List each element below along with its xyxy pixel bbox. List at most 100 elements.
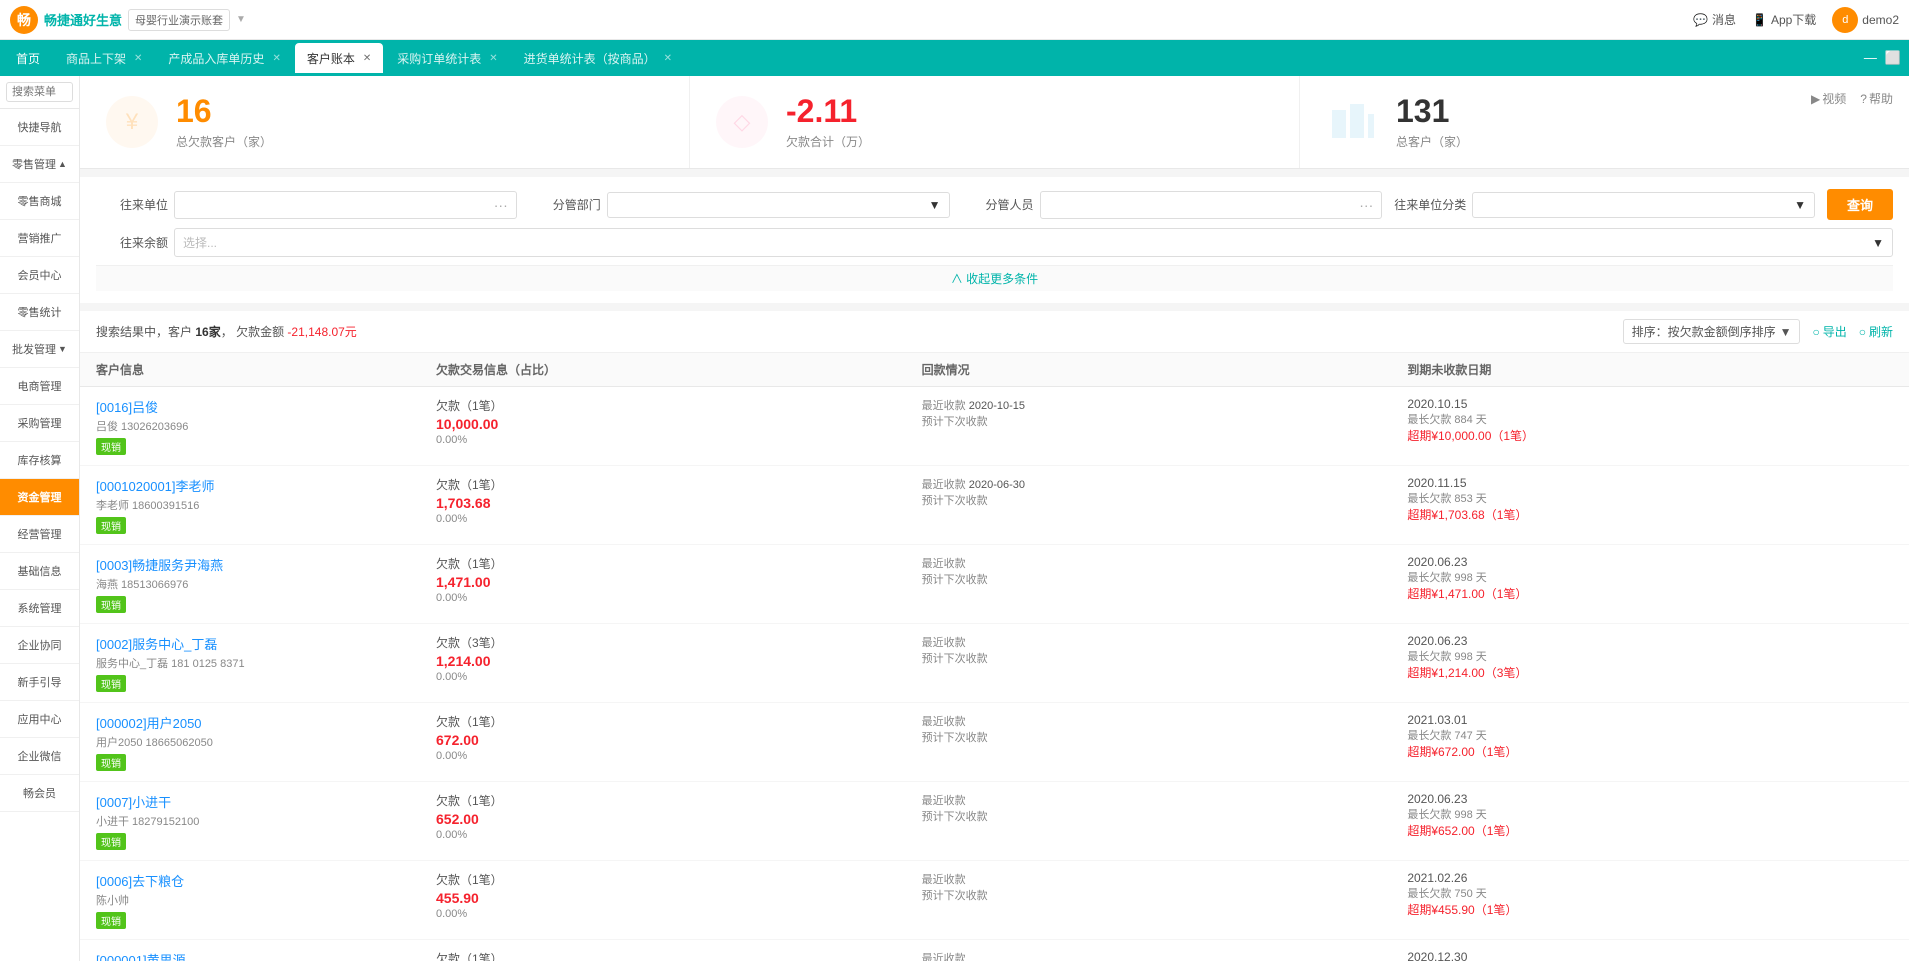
sidebar-item-retail-stats[interactable]: 零售统计 [0,294,79,331]
sidebar-item-new-guide[interactable]: 新手引导 [0,664,79,701]
tab-purchase-order-close[interactable]: ✕ [489,53,497,64]
due-amount-5[interactable]: 超期¥672.00（1笔） [1407,743,1893,760]
sidebar-item-app-center[interactable]: 应用中心 [0,701,79,738]
next-return-3: 预计下次收款 [922,571,1408,587]
tab-home[interactable]: 首页 [4,43,52,73]
customer-name-5[interactable]: [000002]用户2050 [96,713,436,732]
sidebar-item-system-mgmt[interactable]: 系统管理 [0,590,79,627]
tab-stock-stats-close[interactable]: ✕ [664,53,672,64]
sort-label: 排序：按欠款金额倒序排序 [1632,323,1776,340]
minimize-icon[interactable]: — [1864,50,1877,66]
app-download-btn[interactable]: 📱 App下载 [1752,11,1816,28]
sidebar-item-enterprise-wechat[interactable]: 企业微信 [0,738,79,775]
return-detail-7: 最近收款 [922,871,1408,887]
return-detail-1: 最近收款 2020-10-15 [922,397,1408,413]
customer-name-2[interactable]: [0001020001]李老师 [96,476,436,495]
due-amount-4[interactable]: 超期¥1,214.00（3笔） [1407,664,1893,681]
user-profile[interactable]: d demo2 [1832,7,1899,33]
chevron-dept-icon: ▼ [929,198,941,212]
stat-card-3-links: ▶ 视频 ? 帮助 [1811,90,1893,107]
sidebar-item-member-center[interactable]: 会员中心 [0,257,79,294]
sidebar-item-purchase-mgmt[interactable]: 采购管理 [0,405,79,442]
sidebar-item-member[interactable]: 畅会员 [0,775,79,812]
sidebar-item-basic-info[interactable]: 基础信息 [0,553,79,590]
sidebar-item-quick-nav[interactable]: 快捷导航 [0,109,79,146]
tab-production[interactable]: 产成品入库单历史 ✕ [156,43,292,73]
stat-number-1: 16 [176,94,272,129]
chevron-down-icon-2: ▼ [58,344,67,354]
filter-input-person[interactable]: ··· [1040,191,1383,219]
tab-customer-account[interactable]: 客户账本 ✕ [295,43,383,73]
refresh-button[interactable]: ○ 刷新 [1859,323,1893,340]
return-detail-3: 最近收款 [922,555,1408,571]
maximize-icon[interactable]: ⬜ [1885,50,1901,66]
chevron-balance-icon: ▼ [1872,236,1884,250]
customer-name-6[interactable]: [0007]小进干 [96,792,436,811]
customer-name-1[interactable]: [0016]吕俊 [96,397,436,416]
due-info-4: 2020.06.23 最长欠款 998 天 超期¥1,214.00（3笔） [1407,634,1893,681]
sidebar-item-batch-mgmt[interactable]: 批发管理 ▼ [0,331,79,368]
tab-production-close[interactable]: ✕ [272,53,280,64]
tab-products-close[interactable]: ✕ [134,53,142,64]
sidebar-item-capital-mgmt-label: 资金管理 [18,492,62,504]
table-row: [000002]用户2050 用户2050 18665062050 现销 欠款（… [80,703,1909,782]
due-days-6: 最长欠款 998 天 [1407,806,1893,822]
customer-name-4[interactable]: [0002]服务中心_丁磊 [96,634,436,653]
collapse-row[interactable]: ∧ 收起更多条件 [96,265,1893,291]
table-row: [0007]小进干 小进干 18279152100 现销 欠款（1笔） 652.… [80,782,1909,861]
sort-select[interactable]: 排序：按欠款金额倒序排序 ▼ [1623,319,1801,344]
due-amount-1[interactable]: 超期¥10,000.00（1笔） [1407,427,1893,444]
stat-card-1: ¥ 16 总欠款客户（家） [80,76,690,168]
debt-amount-4: 1,214.00 [436,653,922,669]
customer-name-3[interactable]: [0003]畅捷服务尹海燕 [96,555,436,574]
customer-name-8[interactable]: [000001]黄思源 [96,950,436,961]
tab-stock-stats-label: 进货单统计表（按商品） [524,50,656,67]
sidebar-item-member-label: 畅会员 [23,788,56,800]
filter-input-vendor[interactable]: ··· [174,191,517,219]
next-return-4: 预计下次收款 [922,650,1408,666]
due-date-7: 2021.02.26 [1407,871,1893,885]
stat-icon-1: ¥ [104,94,160,150]
export-button[interactable]: ○ 导出 [1812,323,1846,340]
filter-select-dept[interactable]: ▼ [607,192,950,218]
svg-text:¥: ¥ [125,109,139,134]
due-amount-7[interactable]: 超期¥455.90（1笔） [1407,901,1893,918]
filter-vendor-dots-icon: ··· [494,197,508,213]
tab-products[interactable]: 商品上下架 ✕ [54,43,154,73]
customer-sub-6: 小进干 18279152100 [96,813,436,829]
video-link[interactable]: ▶ 视频 [1811,90,1846,107]
debt-info-8: 欠款（1笔） 429.00 0.00% [436,950,922,961]
sidebar-item-inventory-label: 库存核算 [18,455,62,467]
sidebar-item-business-mgmt[interactable]: 经营管理 [0,516,79,553]
sidebar-item-capital-mgmt[interactable]: 资金管理 [0,479,79,516]
sidebar-item-retail-mall[interactable]: 零售商城 [0,183,79,220]
search-button[interactable]: 查询 [1827,189,1893,220]
sidebar-item-ecommerce[interactable]: 电商管理 [0,368,79,405]
tab-stock-stats[interactable]: 进货单统计表（按商品） ✕ [512,43,684,73]
tab-purchase-order-label: 采购订单统计表 [397,50,481,67]
due-info-7: 2021.02.26 最长欠款 750 天 超期¥455.90（1笔） [1407,871,1893,918]
tab-purchase-order[interactable]: 采购订单统计表 ✕ [385,43,509,73]
message-btn[interactable]: 💬 消息 [1693,11,1736,28]
sidebar-search-input[interactable] [6,82,73,102]
debt-amount-6: 652.00 [436,811,922,827]
filter-select-category[interactable]: ▼ [1472,192,1815,218]
filter-select-balance[interactable]: 选择... ▼ [174,228,1893,257]
sidebar-item-marketing[interactable]: 营销推广 [0,220,79,257]
avatar: d [1832,7,1858,33]
customer-sub-7: 陈小帅 [96,892,436,908]
sidebar-item-retail-mgmt[interactable]: 零售管理 ▲ [0,146,79,183]
due-amount-6[interactable]: 超期¥652.00（1笔） [1407,822,1893,839]
sidebar-item-ecommerce-label: 电商管理 [18,381,62,393]
customer-sub-5: 用户2050 18665062050 [96,734,436,750]
due-amount-3[interactable]: 超期¥1,471.00（1笔） [1407,585,1893,602]
tab-customer-account-close[interactable]: ✕ [363,53,371,64]
customer-tag-2: 现销 [96,517,126,534]
help-link[interactable]: ? 帮助 [1860,90,1893,107]
sidebar-item-inventory[interactable]: 库存核算 [0,442,79,479]
industry-select[interactable]: 母婴行业演示账套 [128,9,230,31]
sidebar-item-enterprise-collab[interactable]: 企业协同 [0,627,79,664]
next-return-2: 预计下次收款 [922,492,1408,508]
customer-name-7[interactable]: [0006]去下粮仓 [96,871,436,890]
due-amount-2[interactable]: 超期¥1,703.68（1笔） [1407,506,1893,523]
